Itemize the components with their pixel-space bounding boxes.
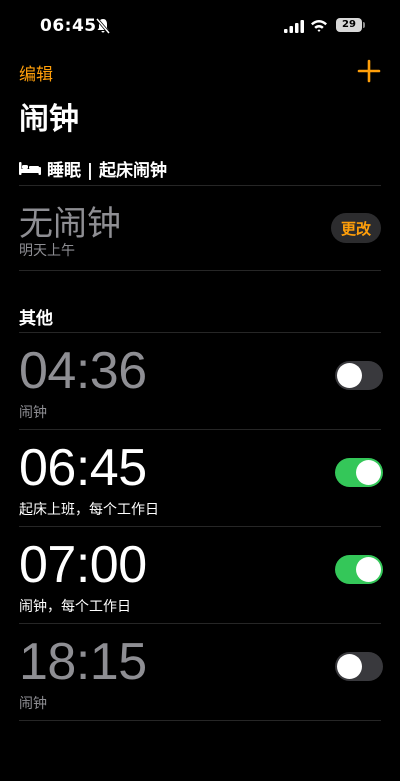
alarm-label: 闹钟，每个工作日 (19, 599, 131, 615)
add-alarm-button[interactable] (356, 58, 382, 84)
divider (19, 185, 381, 186)
alarm-label: 闹钟 (19, 405, 47, 421)
status-bar: 06:45 29 (0, 0, 400, 54)
others-section-header: 其他 (19, 309, 53, 329)
alarm-row[interactable]: 04:36 闹钟 (0, 333, 400, 430)
alarm-time: 06:45 (19, 439, 147, 497)
alarm-row[interactable]: 18:15 闹钟 (0, 624, 400, 721)
page-title: 闹钟 (19, 102, 79, 137)
sleep-section-header: 睡眠 | 起床闹钟 (19, 156, 168, 181)
toggle-knob (337, 363, 362, 388)
alarm-time: 04:36 (19, 342, 147, 400)
no-alarm-subtitle: 明天上午 (19, 243, 75, 259)
wifi-icon (311, 20, 327, 32)
alarm-toggle[interactable] (335, 458, 383, 487)
bed-icon (19, 162, 41, 175)
alarm-time: 18:15 (19, 633, 147, 691)
bell-slash-icon (96, 18, 110, 34)
alarm-toggle[interactable] (335, 652, 383, 681)
alarm-toggle[interactable] (335, 361, 383, 390)
sleep-header-label: 睡眠 | 起床闹钟 (47, 160, 168, 181)
edit-button[interactable]: 编辑 (19, 60, 53, 85)
divider (19, 270, 381, 271)
alarm-row[interactable]: 06:45 起床上班，每个工作日 (0, 430, 400, 527)
alarm-label: 起床上班，每个工作日 (19, 502, 159, 518)
plus-icon (357, 59, 381, 83)
toggle-knob (337, 654, 362, 679)
no-alarm-title: 无闹钟 (19, 204, 121, 244)
alarm-label: 闹钟 (19, 696, 47, 712)
alarm-toggle[interactable] (335, 555, 383, 584)
battery-icon: 29 (336, 18, 362, 32)
status-time: 06:45 (40, 16, 97, 36)
cellular-signal-icon (284, 20, 304, 33)
alarm-row[interactable]: 07:00 闹钟，每个工作日 (0, 527, 400, 624)
toggle-knob (356, 460, 381, 485)
battery-cap (363, 22, 365, 28)
change-button[interactable]: 更改 (331, 213, 381, 243)
divider (19, 720, 381, 721)
alarm-time: 07:00 (19, 536, 147, 594)
toggle-knob (356, 557, 381, 582)
